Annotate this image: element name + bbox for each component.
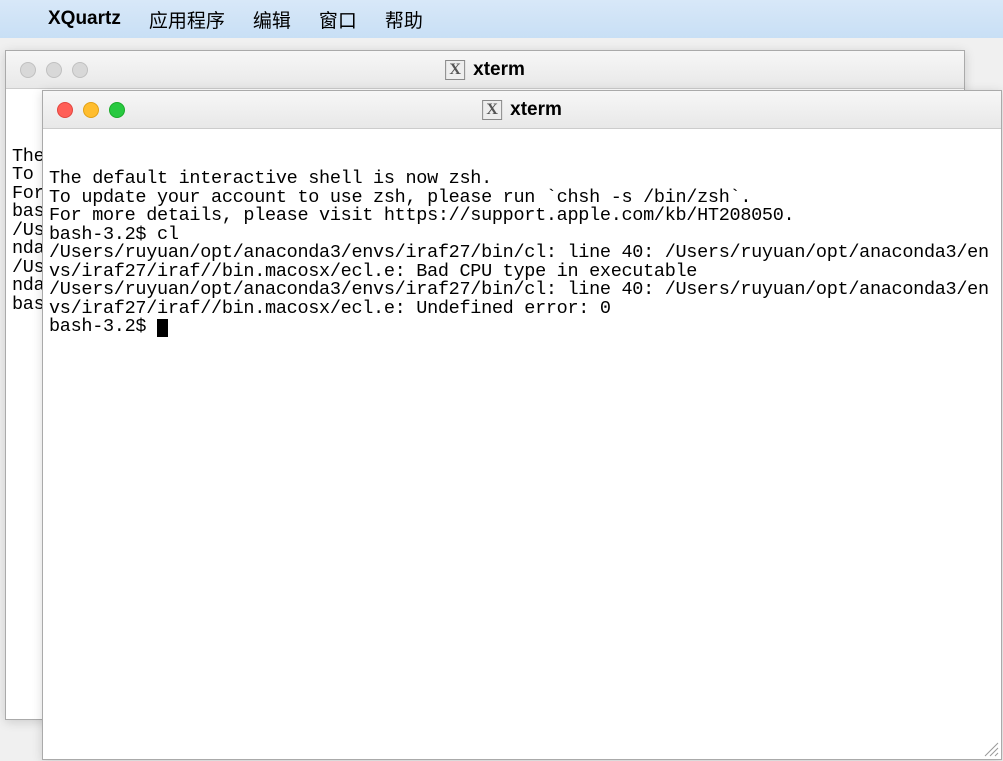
cursor-icon <box>157 319 168 337</box>
terminal-line: /Users/ruyuan/opt/anaconda3/envs/iraf27/… <box>49 279 989 319</box>
close-button[interactable] <box>57 102 73 118</box>
traffic-lights-background <box>6 62 88 78</box>
terminal-content-foreground[interactable]: The default interactive shell is now zsh… <box>43 129 1001 360</box>
macos-menubar: XQuartz 应用程序 编辑 窗口 帮助 <box>0 0 1003 38</box>
menubar-item-edit[interactable]: 编辑 <box>253 6 291 33</box>
menubar-item-help[interactable]: 帮助 <box>385 6 423 33</box>
menubar-app-name[interactable]: XQuartz <box>48 8 121 30</box>
terminal-line: /Users/ruyuan/opt/anaconda3/envs/iraf27/… <box>49 242 989 282</box>
menubar-item-window[interactable]: 窗口 <box>319 6 357 33</box>
maximize-button[interactable] <box>109 102 125 118</box>
minimize-button-inactive[interactable] <box>46 62 62 78</box>
titlebar-foreground[interactable]: X xterm <box>43 91 1001 129</box>
window-title-foreground: X xterm <box>482 99 562 121</box>
terminal-prompt: bash-3.2$ <box>49 316 157 337</box>
minimize-button[interactable] <box>83 102 99 118</box>
xterm-window-foreground[interactable]: X xterm The default interactive shell is… <box>42 90 1002 760</box>
terminal-line: bas <box>12 294 44 315</box>
traffic-lights-foreground <box>43 102 125 118</box>
x11-icon: X <box>482 100 502 120</box>
window-title-text-background: xterm <box>473 59 525 81</box>
window-title-text-foreground: xterm <box>510 99 562 121</box>
window-title-background: X xterm <box>445 59 525 81</box>
menubar-item-applications[interactable]: 应用程序 <box>149 6 225 33</box>
close-button-inactive[interactable] <box>20 62 36 78</box>
resize-grip-icon[interactable] <box>981 739 999 757</box>
titlebar-background[interactable]: X xterm <box>6 51 964 89</box>
maximize-button-inactive[interactable] <box>72 62 88 78</box>
x11-icon: X <box>445 60 465 80</box>
